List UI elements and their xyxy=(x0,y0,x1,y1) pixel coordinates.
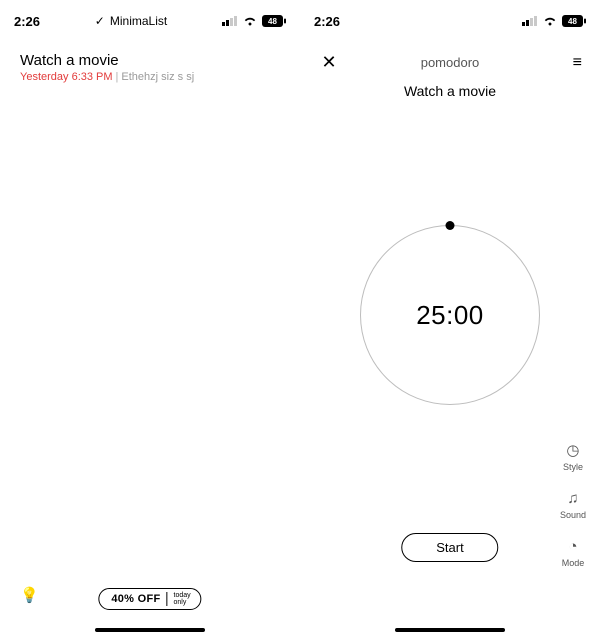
clock-icon: ◷ xyxy=(566,441,579,459)
svg-text:48: 48 xyxy=(268,17,277,26)
home-indicator[interactable] xyxy=(95,628,205,632)
timer-value: 25:00 xyxy=(416,300,484,331)
svg-text:48: 48 xyxy=(568,17,577,26)
status-bar: 2:26 ✓ MinimaList 48 xyxy=(0,0,300,34)
status-time: 2:26 xyxy=(314,14,340,29)
status-indicators: 48 xyxy=(222,15,286,27)
task-title: Watch a movie xyxy=(20,52,280,69)
offer-divider xyxy=(167,592,168,606)
offer-percent: 40% OFF xyxy=(111,594,160,605)
pomodoro-header: ✕ pomodoro ≡ xyxy=(300,34,600,73)
sound-button[interactable]: ♫ Sound xyxy=(560,490,586,520)
battery-icon: 48 xyxy=(262,15,286,27)
music-note-icon: ♫ xyxy=(567,490,578,507)
timer[interactable]: 25:00 xyxy=(360,225,540,405)
bulb-icon: 💡 xyxy=(20,587,39,604)
offer-pill[interactable]: 40% OFF today only xyxy=(98,588,201,610)
sound-label: Sound xyxy=(560,510,586,520)
wifi-icon xyxy=(543,16,557,26)
task-note-preview: Ethehzj siz s sj xyxy=(121,71,194,83)
settings-button[interactable]: ≡ xyxy=(560,54,582,72)
mode-button[interactable]: ◔ Mode xyxy=(562,538,585,568)
pomodoro-screen: 2:26 48 ✕ pomodoro ≡ Watch a movie 25:00 xyxy=(300,0,600,640)
status-app-name: MinimaList xyxy=(110,14,167,28)
task-meta: Yesterday 6:33 PM|Ethehzj siz s sj xyxy=(20,71,280,83)
timer-progress-dot xyxy=(446,221,455,230)
tips-button[interactable]: 💡 xyxy=(20,586,39,604)
status-indicators: 48 xyxy=(522,15,586,27)
pomodoro-title: pomodoro xyxy=(340,55,560,70)
wifi-icon xyxy=(243,16,257,26)
status-bar: 2:26 48 xyxy=(300,0,600,34)
home-indicator[interactable] xyxy=(395,628,505,632)
side-tools: ◷ Style ♫ Sound ◔ Mode xyxy=(560,441,586,568)
settings-icon: ≡ xyxy=(573,54,582,71)
close-icon: ✕ xyxy=(321,52,336,72)
style-button[interactable]: ◷ Style xyxy=(563,441,583,472)
status-app-check-icon: ✓ xyxy=(95,14,105,28)
start-label: Start xyxy=(436,540,463,555)
timer-ring: 25:00 xyxy=(360,225,540,405)
task-meta-sep: | xyxy=(116,71,119,83)
status-time: 2:26 xyxy=(14,14,40,29)
task-item[interactable]: Watch a movie Yesterday 6:33 PM|Ethehzj … xyxy=(0,34,300,83)
mode-icon: ◔ xyxy=(568,538,577,555)
close-button[interactable]: ✕ xyxy=(318,52,340,73)
cellular-icon xyxy=(222,16,238,26)
battery-icon: 48 xyxy=(562,15,586,27)
pomodoro-task-name: Watch a movie xyxy=(300,83,600,99)
task-due-label: Yesterday 6:33 PM xyxy=(20,71,113,83)
mode-label: Mode xyxy=(562,558,585,568)
offer-today: today only xyxy=(174,592,191,606)
list-screen: 2:26 ✓ MinimaList 48 Watch a movie Yeste… xyxy=(0,0,300,640)
style-label: Style xyxy=(563,462,583,472)
start-button[interactable]: Start xyxy=(401,533,498,562)
cellular-icon xyxy=(522,16,538,26)
